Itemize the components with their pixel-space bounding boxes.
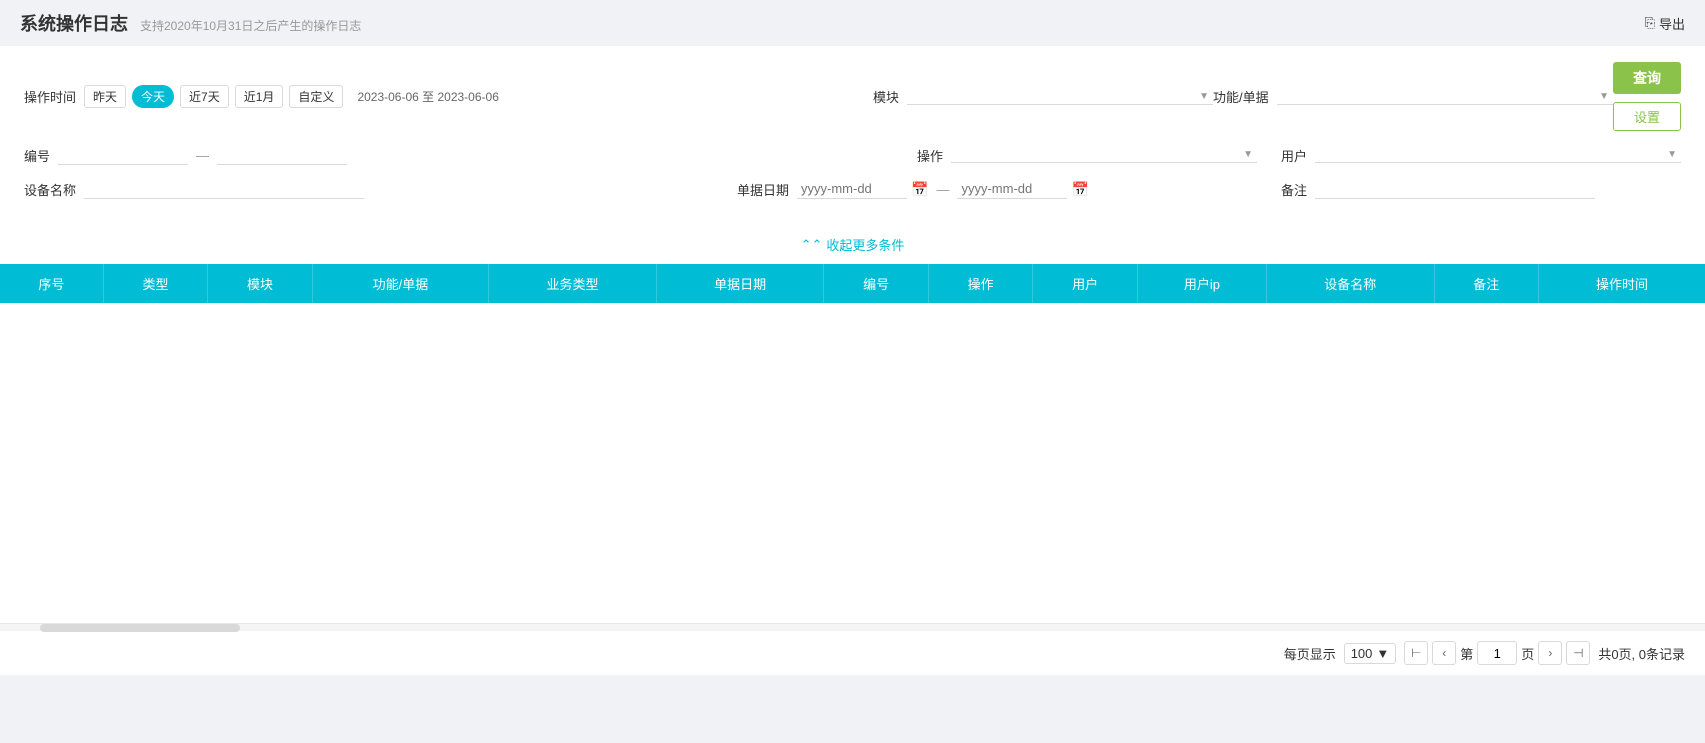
user-label: 用户 xyxy=(1281,146,1307,165)
function-select[interactable]: ▼ xyxy=(1277,89,1613,105)
device-filter-section: 设备名称 xyxy=(24,179,713,199)
time-filter-group: 昨天 今天 近7天 近1月 自定义 2023-06-06 至 2023-06-0… xyxy=(84,85,499,108)
date-start-wrapper: 📅 xyxy=(797,179,928,199)
page-number-input[interactable] xyxy=(1477,641,1517,665)
time-btn-today[interactable]: 今天 xyxy=(132,85,174,108)
col-function: 功能/单据 xyxy=(312,264,488,303)
col-type: 类型 xyxy=(103,264,207,303)
table-container: 序号 类型 模块 功能/单据 业务类型 单据日期 编号 操作 用户 用户ip 设… xyxy=(0,264,1705,623)
page-subtitle: 支持2020年10月31日之后产生的操作日志 xyxy=(140,17,361,34)
page-size-select[interactable]: 100 ▼ xyxy=(1344,643,1397,664)
date-dash: — xyxy=(936,182,949,197)
total-text: 共0页, 0条记录 xyxy=(1598,644,1685,663)
time-btn-yesterday[interactable]: 昨天 xyxy=(84,85,126,108)
page-size-value: 100 xyxy=(1351,646,1373,661)
col-device: 设备名称 xyxy=(1266,264,1434,303)
operation-filter-section: 操作 ▼ xyxy=(917,146,1257,165)
col-user-ip: 用户ip xyxy=(1137,264,1266,303)
time-btn-1month[interactable]: 近1月 xyxy=(235,85,284,108)
page-label-before: 第 xyxy=(1460,644,1473,663)
user-select[interactable]: ▼ xyxy=(1315,147,1681,163)
module-label: 模块 xyxy=(873,87,899,106)
col-remark: 备注 xyxy=(1434,264,1538,303)
prev-page-button[interactable]: ‹ xyxy=(1432,641,1456,665)
module-chevron-icon: ▼ xyxy=(1199,91,1209,102)
setting-button[interactable]: 设置 xyxy=(1613,102,1681,131)
next-page-button[interactable]: › xyxy=(1538,641,1562,665)
page-nav: ⊢ ‹ 第 页 › ⊣ xyxy=(1404,641,1590,665)
number-label: 编号 xyxy=(24,146,50,165)
user-filter-section: 用户 ▼ xyxy=(1281,146,1681,165)
export-label: 导出 xyxy=(1659,14,1685,33)
collapse-bar[interactable]: ⌃⌃ 收起更多条件 xyxy=(0,229,1705,264)
last-page-button[interactable]: ⊣ xyxy=(1566,641,1590,665)
col-number: 编号 xyxy=(824,264,928,303)
col-module: 模块 xyxy=(208,264,312,303)
date-end-input[interactable] xyxy=(957,179,1067,199)
operation-label: 操作 xyxy=(917,146,943,165)
col-user: 用户 xyxy=(1033,264,1137,303)
function-label: 功能/单据 xyxy=(1213,87,1269,106)
filter-row-1: 操作时间 昨天 今天 近7天 近1月 自定义 2023-06-06 至 2023… xyxy=(24,62,1681,131)
query-button[interactable]: 查询 xyxy=(1613,62,1681,94)
time-btn-7days[interactable]: 近7天 xyxy=(180,85,229,108)
calendar-start-icon[interactable]: 📅 xyxy=(911,181,928,198)
module-select[interactable]: ▼ xyxy=(907,89,1213,105)
operation-chevron-icon: ▼ xyxy=(1243,149,1253,160)
user-chevron-icon: ▼ xyxy=(1667,149,1677,160)
action-buttons: 查询 设置 xyxy=(1613,62,1681,131)
remark-label: 备注 xyxy=(1281,180,1307,199)
scrollbar-track[interactable] xyxy=(0,623,1705,631)
function-filter-section: 功能/单据 ▼ xyxy=(1213,87,1613,106)
module-filter-section: 模块 ▼ xyxy=(873,87,1213,106)
page-size-chevron-icon: ▼ xyxy=(1376,646,1389,661)
date-label: 单据日期 xyxy=(737,180,789,199)
time-btn-custom[interactable]: 自定义 xyxy=(289,85,343,108)
scrollbar-thumb[interactable] xyxy=(40,624,240,632)
table-header: 序号 类型 模块 功能/单据 业务类型 单据日期 编号 操作 用户 用户ip 设… xyxy=(0,264,1705,303)
function-chevron-icon: ▼ xyxy=(1599,91,1609,102)
filter-row-3: 设备名称 单据日期 📅 — 📅 备注 xyxy=(24,179,1681,199)
date-filter-section: 单据日期 📅 — 📅 xyxy=(737,179,1257,199)
remark-input[interactable] xyxy=(1315,179,1595,199)
number-filter-section: 编号 — xyxy=(24,145,893,165)
date-end-wrapper: 📅 xyxy=(957,179,1088,199)
number-end-input[interactable] xyxy=(217,145,347,165)
time-range-display: 2023-06-06 至 2023-06-06 xyxy=(357,88,498,105)
col-seq: 序号 xyxy=(0,264,103,303)
col-date: 单据日期 xyxy=(656,264,824,303)
collapse-label: 收起更多条件 xyxy=(826,235,904,254)
col-operation: 操作 xyxy=(928,264,1032,303)
page-header-left: 系统操作日志 支持2020年10月31日之后产生的操作日志 xyxy=(20,10,361,36)
number-start-input[interactable] xyxy=(58,145,188,165)
page-size-label: 每页显示 xyxy=(1284,644,1336,663)
number-dash: — xyxy=(196,148,209,163)
filter-row-2: 编号 — 操作 ▼ 用户 ▼ xyxy=(24,145,1681,165)
device-input[interactable] xyxy=(84,179,364,199)
remark-filter-section: 备注 xyxy=(1281,179,1681,199)
time-filter-label: 操作时间 xyxy=(24,87,76,106)
first-page-button[interactable]: ⊢ xyxy=(1404,641,1428,665)
page-label-after: 页 xyxy=(1521,644,1534,663)
device-label: 设备名称 xyxy=(24,180,76,199)
pagination-bar: 每页显示 100 ▼ ⊢ ‹ 第 页 › ⊣ 共0页, 0条记录 xyxy=(0,631,1705,675)
operation-select[interactable]: ▼ xyxy=(951,147,1257,163)
page-title: 系统操作日志 xyxy=(20,10,128,36)
data-table: 序号 类型 模块 功能/单据 业务类型 单据日期 编号 操作 用户 用户ip 设… xyxy=(0,264,1705,303)
filter-panel: 操作时间 昨天 今天 近7天 近1月 自定义 2023-06-06 至 2023… xyxy=(0,46,1705,229)
col-op-time: 操作时间 xyxy=(1539,264,1705,303)
page-header: 系统操作日志 支持2020年10月31日之后产生的操作日志 ⎘ 导出 xyxy=(0,0,1705,46)
empty-area xyxy=(0,303,1705,623)
calendar-end-icon[interactable]: 📅 xyxy=(1071,181,1088,198)
export-icon: ⎘ xyxy=(1645,15,1655,31)
export-button[interactable]: ⎘ 导出 xyxy=(1645,14,1685,33)
table-header-row: 序号 类型 模块 功能/单据 业务类型 单据日期 编号 操作 用户 用户ip 设… xyxy=(0,264,1705,303)
collapse-chevron-icon: ⌃⌃ xyxy=(801,237,823,253)
collapse-text: ⌃⌃ 收起更多条件 xyxy=(801,235,905,254)
col-biz-type: 业务类型 xyxy=(489,264,657,303)
time-filter-section: 操作时间 昨天 今天 近7天 近1月 自定义 2023-06-06 至 2023… xyxy=(24,85,873,108)
date-start-input[interactable] xyxy=(797,179,907,199)
